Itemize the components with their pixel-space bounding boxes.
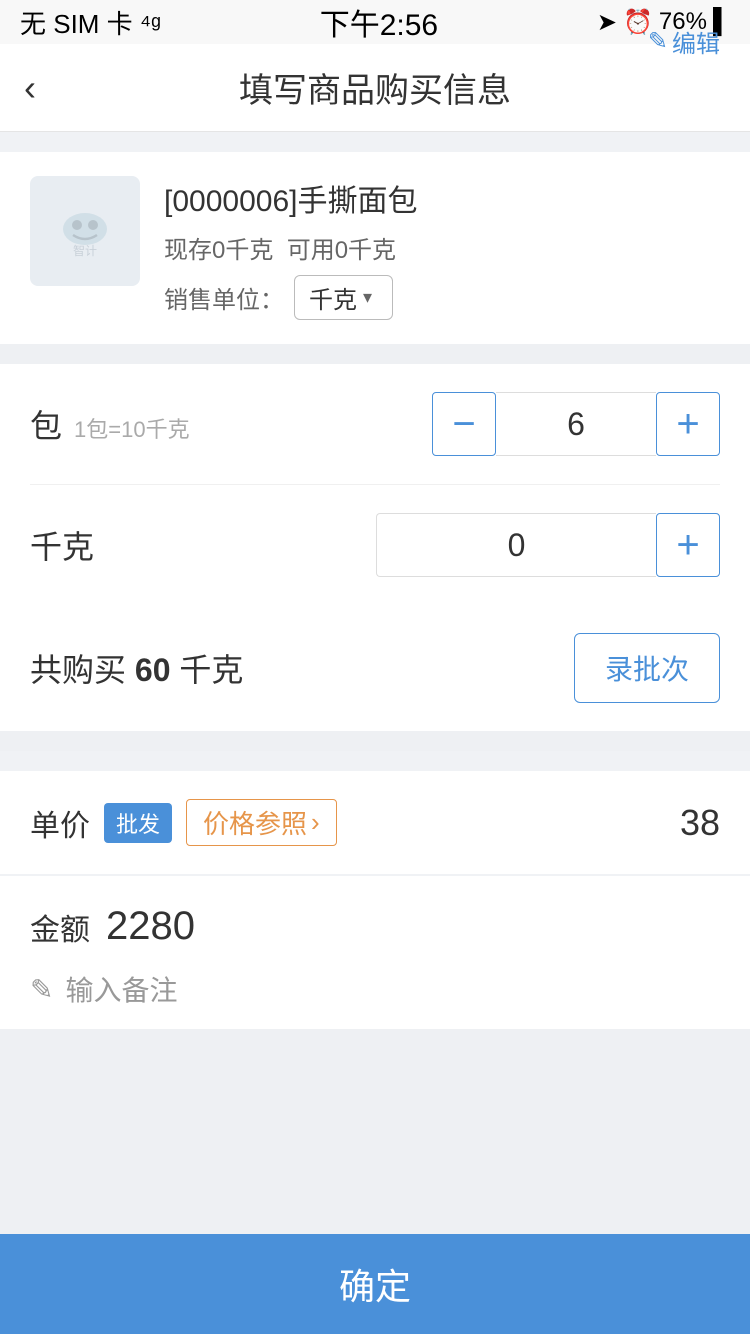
batch-button[interactable]: 录批次 (574, 633, 720, 703)
input-section: 包 1包=10千克 − + 千克 + (0, 364, 750, 605)
amount-label: 金额 (30, 905, 90, 949)
product-name: [0000006]手撕面包 (164, 176, 720, 220)
summary-section: 共购买 60 千克 录批次 (0, 605, 750, 731)
status-bar: 无 SIM 卡 ⁴ᵍ 下午2:56 ➤ ⏰ 76% ▌ (0, 0, 750, 44)
bao-label: 包 1包=10千克 (30, 401, 190, 447)
bao-input-row: 包 1包=10千克 − + (30, 364, 720, 485)
kg-input[interactable] (376, 513, 656, 577)
status-time: 下午2:56 (320, 0, 438, 44)
pencil-icon: ✎ (30, 973, 53, 1006)
price-row: 单价 批发 价格参照 › 38 (30, 799, 720, 846)
product-stock: 现存0千克 可用0千克 (164, 230, 720, 265)
price-label: 单价 (30, 801, 90, 845)
divider-2 (0, 731, 750, 751)
svg-text:智计: 智计 (73, 243, 97, 258)
product-logo-icon: 智计 (55, 201, 115, 261)
price-reference-button[interactable]: 价格参照 › (186, 799, 337, 846)
remark-row[interactable]: ✎ 输入备注 (30, 969, 720, 1009)
nav-bar: ‹ 填写商品购买信息 (0, 44, 750, 132)
confirm-button[interactable]: 确定 (0, 1234, 750, 1334)
bao-plus-button[interactable]: + (656, 392, 720, 456)
remark-placeholder: 输入备注 (65, 969, 177, 1009)
bao-hint: 1包=10千克 (74, 412, 190, 444)
page-title: 填写商品购买信息 (239, 63, 511, 112)
unit-select[interactable]: 千克 ▾ (294, 275, 393, 320)
price-tag: 批发 (104, 803, 172, 843)
amount-value: 2280 (106, 904, 195, 949)
kg-plus-button[interactable]: + (656, 513, 720, 577)
price-value: 38 (680, 802, 720, 844)
kg-input-row: 千克 + (30, 485, 720, 605)
price-ref-chevron-icon: › (311, 807, 320, 838)
product-unit-row: 销售单位： 千克 ▾ (164, 275, 720, 320)
bao-stepper: − + (432, 392, 720, 456)
price-section: 单价 批发 价格参照 › 38 (0, 771, 750, 874)
bao-input[interactable] (496, 392, 656, 456)
kg-label: 千克 (30, 522, 94, 568)
product-card: 智计 [0000006]手撕面包 现存0千克 可用0千克 销售单位： 千克 ▾ … (0, 152, 750, 344)
summary-text: 共购买 60 千克 (30, 645, 243, 691)
edit-icon: ✎ (648, 27, 668, 56)
product-thumbnail: 智计 (30, 176, 140, 286)
status-left: 无 SIM 卡 ⁴ᵍ (20, 4, 161, 41)
location-icon: ➤ (597, 8, 617, 37)
amount-row: 金额 2280 (30, 904, 720, 949)
bao-minus-button[interactable]: − (432, 392, 496, 456)
product-info: [0000006]手撕面包 现存0千克 可用0千克 销售单位： 千克 ▾ (164, 176, 720, 320)
edit-button[interactable]: ✎ 编辑 (648, 24, 720, 59)
divider-1 (0, 344, 750, 364)
amount-section: 金额 2280 ✎ 输入备注 (0, 876, 750, 1029)
signal-text: 无 SIM 卡 ⁴ᵍ (20, 4, 161, 41)
kg-stepper: + (376, 513, 720, 577)
back-button[interactable]: ‹ (24, 67, 36, 109)
unit-chevron-icon: ▾ (363, 287, 372, 308)
